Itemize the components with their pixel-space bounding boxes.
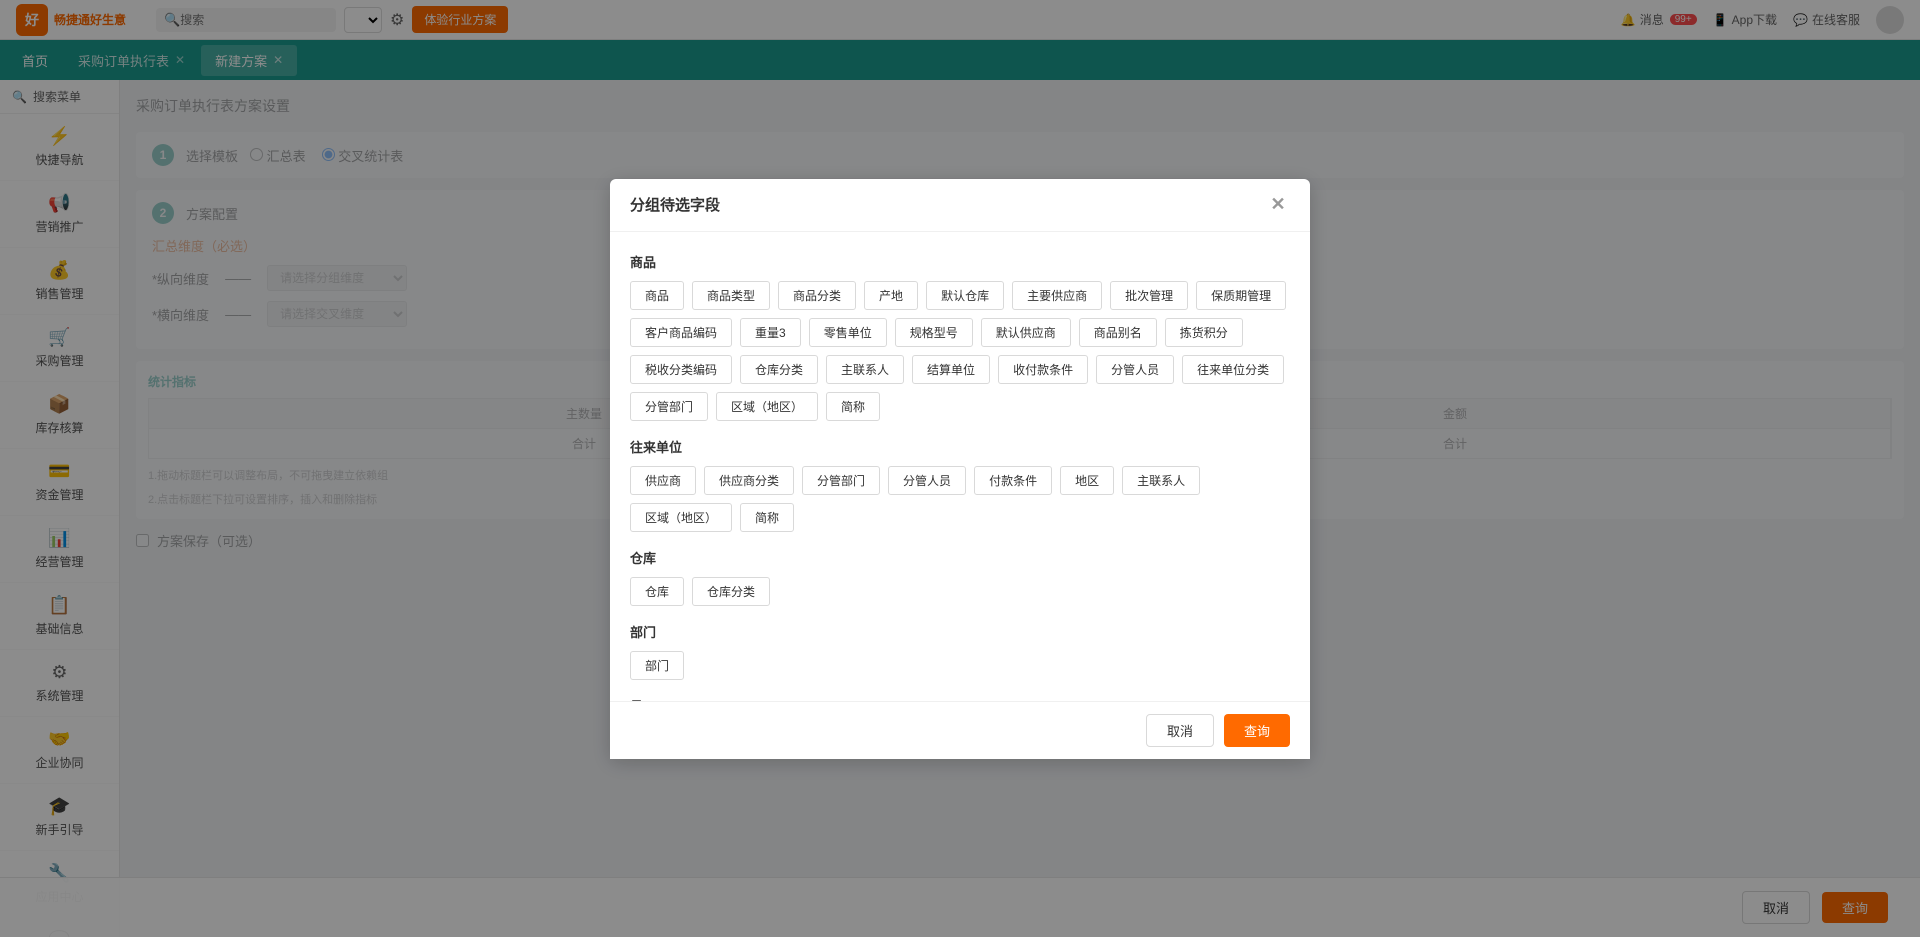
field-tag-0-1[interactable]: 商品类型: [692, 281, 770, 310]
field-grid-1: 供应商供应商分类分管部门分管人员付款条件地区主联系人区域（地区） 简称: [630, 466, 1290, 532]
field-tag-1-7[interactable]: 区域（地区）: [630, 503, 732, 532]
field-tag-3-0[interactable]: 部门: [630, 651, 684, 680]
field-tag-0-12[interactable]: 默认供应商: [981, 318, 1071, 347]
field-tag-1-2[interactable]: 分管部门: [802, 466, 880, 495]
field-tag-0-18[interactable]: 结算单位: [912, 355, 990, 384]
field-tag-1-8[interactable]: 简称: [740, 503, 794, 532]
field-grid-0: 商品商品类型商品分类产地默认仓库主要供应商批次管理保质期管理客户商品编码重量3 零…: [630, 281, 1290, 421]
section-title-1: 往来单位: [630, 437, 1290, 456]
cancel-button[interactable]: 取消: [1146, 714, 1214, 747]
field-select-modal: 分组待选字段 ✕ 商品商品商品类型商品分类产地默认仓库主要供应商批次管理保质期管…: [610, 179, 1310, 759]
modal-overlay: 分组待选字段 ✕ 商品商品商品类型商品分类产地默认仓库主要供应商批次管理保质期管…: [0, 0, 1920, 937]
field-tag-1-5[interactable]: 地区: [1060, 466, 1114, 495]
field-tag-1-1[interactable]: 供应商分类: [704, 466, 794, 495]
field-grid-2: 仓库仓库分类: [630, 577, 1290, 606]
section-title-0: 商品: [630, 252, 1290, 271]
field-tag-0-6[interactable]: 批次管理: [1110, 281, 1188, 310]
field-tag-0-9[interactable]: 重量3: [740, 318, 801, 347]
field-tag-0-22[interactable]: 分管部门: [630, 392, 708, 421]
field-tag-0-4[interactable]: 默认仓库: [926, 281, 1004, 310]
field-tag-0-13[interactable]: 商品别名: [1079, 318, 1157, 347]
section-title-2: 仓库: [630, 548, 1290, 567]
field-tag-1-0[interactable]: 供应商: [630, 466, 696, 495]
section-title-3: 部门: [630, 622, 1290, 641]
field-tag-0-7[interactable]: 保质期管理: [1196, 281, 1286, 310]
field-tag-0-16[interactable]: 仓库分类: [740, 355, 818, 384]
field-grid-3: 部门: [630, 651, 1290, 680]
field-tag-0-3[interactable]: 产地: [864, 281, 918, 310]
field-tag-0-10[interactable]: 零售单位: [809, 318, 887, 347]
field-tag-0-24[interactable]: 简称: [826, 392, 880, 421]
field-tag-0-15[interactable]: 税收分类编码: [630, 355, 732, 384]
field-tag-0-0[interactable]: 商品: [630, 281, 684, 310]
modal-title: 分组待选字段: [630, 194, 720, 215]
field-tag-0-20[interactable]: 分管人员: [1096, 355, 1174, 384]
modal-body: 商品商品商品类型商品分类产地默认仓库主要供应商批次管理保质期管理客户商品编码重量…: [610, 232, 1310, 701]
field-tag-0-5[interactable]: 主要供应商: [1012, 281, 1102, 310]
field-tag-0-2[interactable]: 商品分类: [778, 281, 856, 310]
field-tag-1-4[interactable]: 付款条件: [974, 466, 1052, 495]
field-tag-0-14[interactable]: 拣货积分: [1165, 318, 1243, 347]
field-tag-1-6[interactable]: 主联系人: [1122, 466, 1200, 495]
field-tag-2-1[interactable]: 仓库分类: [692, 577, 770, 606]
field-tag-0-17[interactable]: 主联系人: [826, 355, 904, 384]
field-tag-2-0[interactable]: 仓库: [630, 577, 684, 606]
modal-footer: 取消 查询: [610, 701, 1310, 759]
field-tag-0-21[interactable]: 往来单位分类: [1182, 355, 1284, 384]
field-tag-0-23[interactable]: 区域（地区）: [716, 392, 818, 421]
modal-close-button[interactable]: ✕: [1266, 193, 1290, 217]
field-tag-0-11[interactable]: 规格型号: [895, 318, 973, 347]
field-tag-0-8[interactable]: 客户商品编码: [630, 318, 732, 347]
modal-header: 分组待选字段 ✕: [610, 179, 1310, 232]
field-tag-1-3[interactable]: 分管人员: [888, 466, 966, 495]
confirm-button[interactable]: 查询: [1224, 714, 1290, 747]
field-tag-0-19[interactable]: 收付款条件: [998, 355, 1088, 384]
